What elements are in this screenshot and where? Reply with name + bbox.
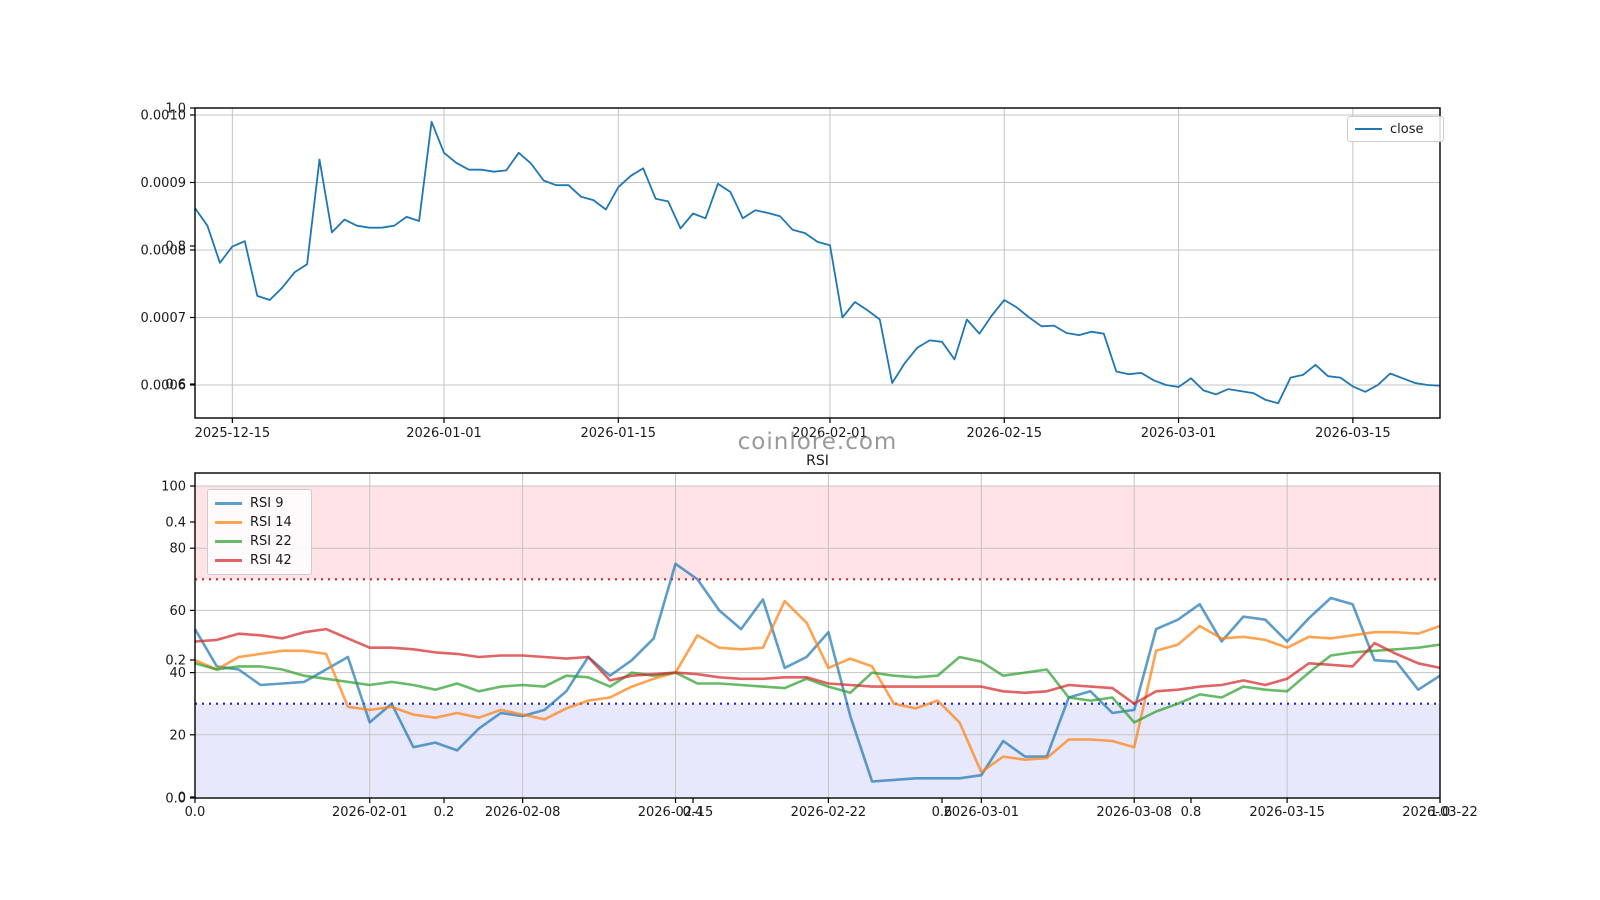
price-y-tick-label: 0.0007	[141, 311, 187, 326]
rsi-y-tick-label: 60	[169, 604, 186, 619]
overlay-x-tick-label: 0.0	[185, 805, 206, 820]
overlay-x-tick-label: 0.4	[683, 805, 704, 820]
rsi-legend: RSI 9 RSI 14 RSI 22 RSI 42	[207, 489, 312, 575]
rsi-panel-title: RSI	[806, 453, 829, 469]
overbought-band	[195, 486, 1440, 580]
chart-figure: 0.0010 0.0009 0.0008 0.0007 0.0006 2025-12-15…	[0, 0, 1600, 900]
rsi-42-legend-label: RSI 42	[250, 553, 292, 568]
rsi-x-tick-label: 2026-02-08	[485, 805, 561, 820]
rsi-9-swatch	[215, 502, 242, 505]
rsi-x-tick-label: 2026-02-01	[332, 805, 408, 820]
oversold-band	[195, 703, 1440, 797]
rsi-legend-row: RSI 42	[215, 551, 311, 570]
overlay-y-tick-label: 0.8	[165, 240, 186, 255]
rsi-42-line	[194, 627, 1441, 705]
rsi-legend-row: RSI 14	[215, 513, 311, 532]
overlay-y-tick-label: 1.0	[165, 102, 186, 117]
rsi-x-tick-label: 2026-02-22	[791, 805, 867, 820]
overlay-x-tick-label: 0.8	[1181, 805, 1202, 820]
rsi-14-swatch	[215, 521, 242, 524]
rsi-42-swatch	[215, 559, 242, 562]
close-line	[194, 120, 1441, 405]
overlay-x-tick-label: 0.6	[932, 805, 953, 820]
rsi-22-legend-label: RSI 22	[250, 534, 292, 549]
overlay-x-tick-label: 0.2	[434, 805, 455, 820]
rsi-x-tick-label: 2026-03-15	[1249, 805, 1325, 820]
rsi-14-legend-label: RSI 14	[250, 515, 292, 530]
rsi-x-tick-label: 2026-03-08	[1096, 805, 1172, 820]
close-legend-label: close	[1390, 121, 1424, 137]
rsi-y-tick-label: 100	[161, 480, 186, 495]
coinlore-watermark: coinlore.com	[737, 429, 898, 455]
overlay-y-tick-label: 0.0	[165, 792, 186, 807]
rsi-legend-row: RSI 22	[215, 532, 311, 551]
overlay-x-tick-label: 1.0	[1430, 805, 1451, 820]
price-panel-frame	[194, 107, 1441, 419]
rsi-22-swatch	[215, 540, 242, 543]
overlay-y-tick-label: 0.6	[165, 378, 186, 393]
close-line-swatch	[1355, 128, 1382, 130]
overlay-y-tick-label: 0.4	[165, 516, 186, 531]
rsi-legend-row: RSI 9	[215, 494, 311, 513]
rsi-9-legend-label: RSI 9	[250, 496, 284, 511]
price-legend: close	[1347, 116, 1444, 142]
price-y-tick-label: 0.0009	[141, 176, 187, 191]
rsi-y-tick-label: 20	[169, 728, 186, 743]
rsi-y-tick-label: 80	[169, 542, 186, 557]
overlay-y-tick-label: 0.2	[165, 654, 186, 669]
rsi-x-tick-label: 2026-03-01	[944, 805, 1020, 820]
